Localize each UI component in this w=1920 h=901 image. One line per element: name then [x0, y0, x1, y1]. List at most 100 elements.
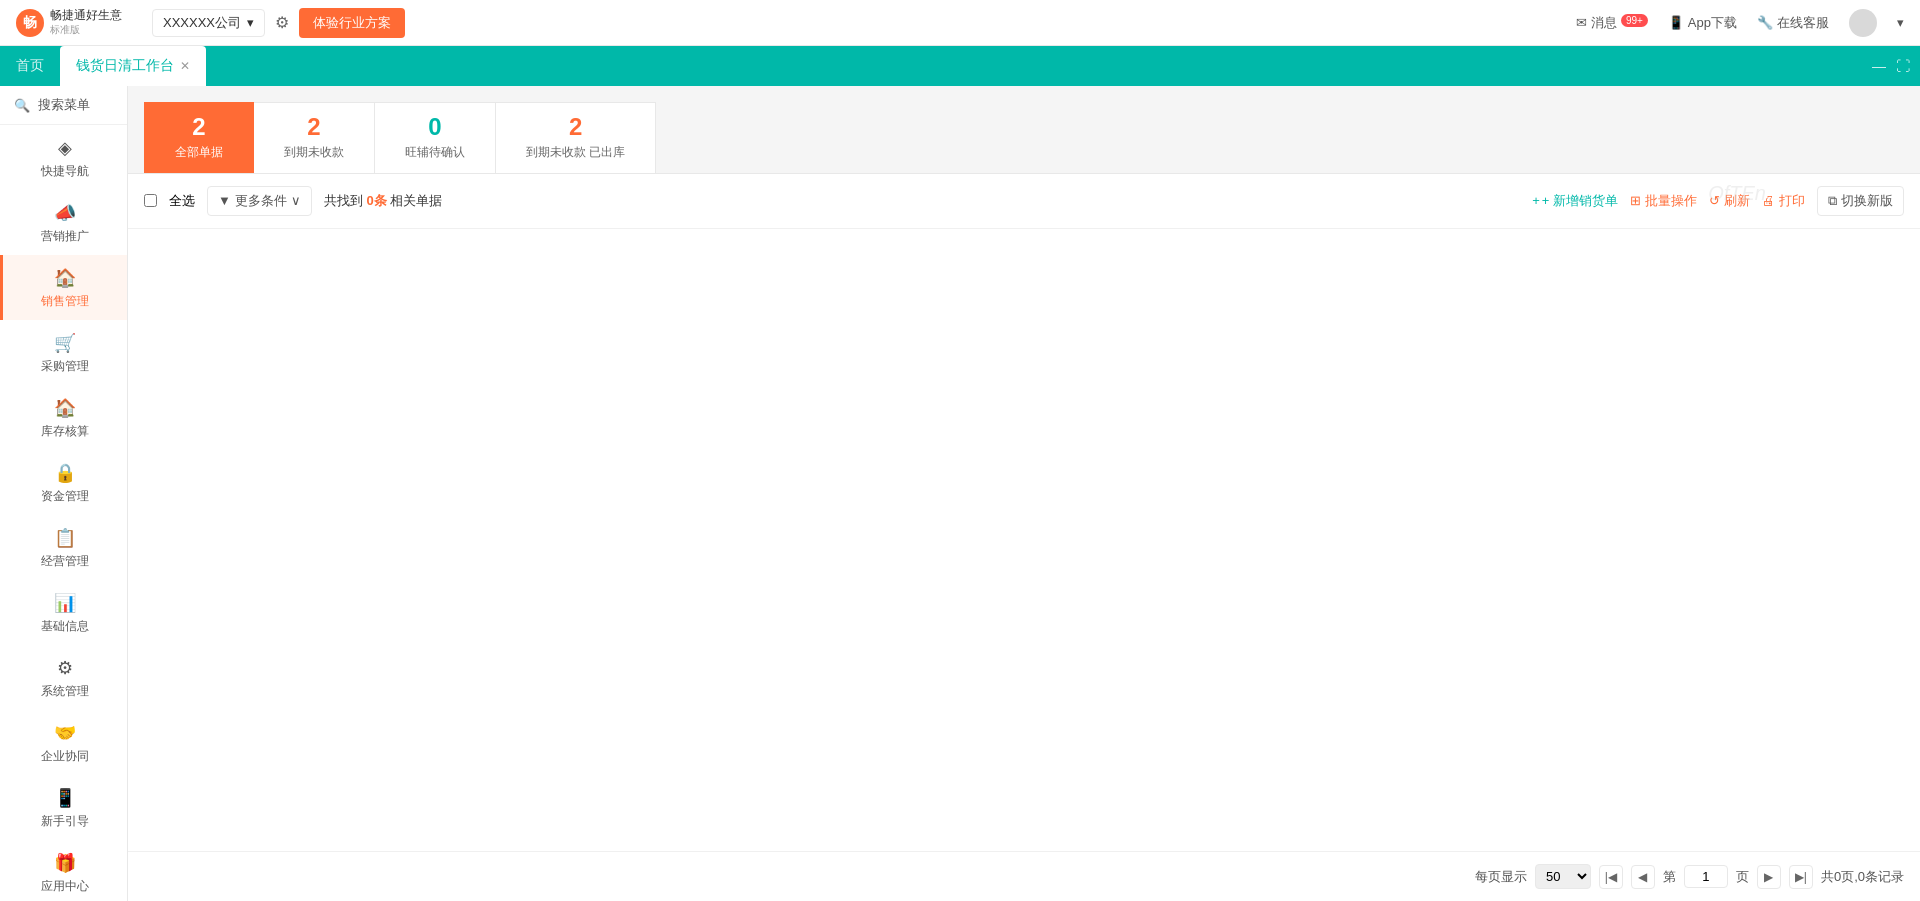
purchase-icon: 🛒: [54, 332, 76, 354]
sidebar-item-quick-nav-label: 快捷导航: [41, 163, 89, 180]
logo-text-block: 畅捷通好生意 标准版: [50, 8, 122, 38]
tab-home-label: 首页: [16, 57, 44, 75]
tab-cashwork-label: 钱货日清工作台: [76, 57, 174, 75]
filter-icon: ▼: [218, 193, 231, 208]
settings-button[interactable]: ⚙: [275, 13, 289, 32]
stats-tabs: 2 全部单据 2 到期未收款 0 旺辅待确认 2 到期未收款 已出库: [128, 86, 1920, 174]
switch-icon: ⧉: [1828, 193, 1837, 209]
avatar[interactable]: [1849, 9, 1877, 37]
batch-btn[interactable]: ⊞ 批量操作: [1630, 192, 1697, 210]
page-suffix: 页: [1736, 868, 1749, 886]
online-service-label: 在线客服: [1777, 14, 1829, 32]
add-sales-order-btn[interactable]: + + 新增销货单: [1532, 192, 1618, 210]
sidebar-item-operations[interactable]: 📋 经营管理: [0, 515, 127, 580]
inventory-icon: 🏠: [54, 397, 76, 419]
dropdown-icon: ▾: [247, 15, 254, 30]
quick-nav-icon: ◈: [58, 137, 72, 159]
app-title: 畅捷通好生意: [50, 8, 122, 24]
sidebar-item-purchase[interactable]: 🛒 采购管理: [0, 320, 127, 385]
sidebar-item-sales[interactable]: 🏠 销售管理: [0, 255, 127, 320]
add-icon: +: [1532, 193, 1540, 208]
select-all-checkbox[interactable]: [144, 194, 157, 207]
print-label: 打印: [1779, 192, 1805, 210]
found-count: 0条: [367, 193, 387, 208]
page-input[interactable]: [1684, 865, 1728, 888]
service-icon: 🔧: [1757, 15, 1773, 30]
sidebar-item-finance[interactable]: 🔒 资金管理: [0, 450, 127, 515]
stat-overdue-out-number: 2: [569, 113, 582, 142]
stat-pending-label: 旺辅待确认: [405, 144, 465, 161]
sidebar-item-app-center[interactable]: 🎁 应用中心: [0, 840, 127, 901]
experience-btn[interactable]: 体验行业方案: [299, 8, 405, 38]
sidebar-item-system-label: 系统管理: [41, 683, 89, 700]
stat-tab-all[interactable]: 2 全部单据: [144, 102, 254, 173]
header-right: ✉ 消息 99+ 📱 App下载 🔧 在线客服 ▾: [1576, 9, 1904, 37]
last-page-btn[interactable]: ▶|: [1789, 865, 1813, 889]
app-download-action[interactable]: 📱 App下载: [1668, 14, 1737, 32]
filter-button[interactable]: ▼ 更多条件 ∨: [207, 186, 312, 216]
pagination-bar: 每页显示 50 10 20 100 |◀ ◀ 第 页 ▶ ▶| 共0页,0条记录: [128, 851, 1920, 901]
sidebar-item-enterprise[interactable]: 🤝 企业协同: [0, 710, 127, 775]
company-selector[interactable]: XXXXXX公司 ▾: [152, 9, 265, 37]
guide-icon: 📱: [54, 787, 76, 809]
found-text: 共找到 0条 相关单据: [324, 192, 442, 210]
operations-icon: 📋: [54, 527, 76, 549]
message-icon: ✉: [1576, 15, 1587, 30]
batch-icon: ⊞: [1630, 193, 1641, 208]
sidebar-item-system[interactable]: ⚙ 系统管理: [0, 645, 127, 710]
sidebar-item-app-center-label: 应用中心: [41, 878, 89, 895]
switch-label: 切换新版: [1841, 192, 1893, 210]
filter-dropdown-icon: ∨: [291, 193, 301, 208]
prev-page-btn[interactable]: ◀: [1631, 865, 1655, 889]
sidebar-item-guide[interactable]: 📱 新手引导: [0, 775, 127, 840]
top-header: 畅 畅捷通好生意 标准版 XXXXXX公司 ▾ ⚙ 体验行业方案 ✉ 消息 99…: [0, 0, 1920, 46]
message-label: 消息: [1591, 14, 1617, 32]
stat-pending-number: 0: [428, 113, 441, 142]
sidebar-search[interactable]: 🔍 搜索菜单: [0, 86, 127, 125]
message-action[interactable]: ✉ 消息 99+: [1576, 14, 1648, 32]
phone-icon: 📱: [1668, 15, 1684, 30]
tab-minimize-icon[interactable]: —: [1872, 58, 1886, 74]
print-btn[interactable]: 🖨 打印: [1762, 192, 1805, 210]
add-label: + 新增销货单: [1542, 192, 1618, 210]
total-info: 共0页,0条记录: [1821, 868, 1904, 886]
tab-home[interactable]: 首页: [0, 46, 60, 86]
username-label: ▾: [1897, 15, 1904, 30]
table-area: [128, 229, 1920, 729]
sidebar-item-operations-label: 经营管理: [41, 553, 89, 570]
next-page-btn[interactable]: ▶: [1757, 865, 1781, 889]
app-center-icon: 🎁: [54, 852, 76, 874]
page-prefix: 第: [1663, 868, 1676, 886]
watermark-text: OfTEn: [1708, 182, 1766, 205]
sidebar: 🔍 搜索菜单 ◈ 快捷导航 📣 营销推广 🏠 销售管理 🛒 采购管理 🏠 库存核…: [0, 86, 128, 901]
sidebar-item-marketing[interactable]: 📣 营销推广: [0, 190, 127, 255]
tab-bar: 首页 钱货日清工作台 ✕ — ⛶: [0, 46, 1920, 86]
stat-tab-overdue[interactable]: 2 到期未收款: [254, 102, 375, 173]
switch-version-btn[interactable]: ⧉ 切换新版: [1817, 186, 1904, 216]
logo-icon: 畅: [16, 9, 44, 37]
sidebar-item-guide-label: 新手引导: [41, 813, 89, 830]
sidebar-item-finance-label: 资金管理: [41, 488, 89, 505]
found-suffix: 相关单据: [390, 193, 442, 208]
stat-overdue-number: 2: [307, 113, 320, 142]
sidebar-item-basic-info-label: 基础信息: [41, 618, 89, 635]
found-prefix: 共找到: [324, 193, 363, 208]
app-download-label: App下载: [1688, 14, 1737, 32]
main-content: 2 全部单据 2 到期未收款 0 旺辅待确认 2 到期未收款 已出库 全选: [128, 86, 1920, 901]
stat-tab-pending[interactable]: 0 旺辅待确认: [375, 102, 496, 173]
tab-cashwork[interactable]: 钱货日清工作台 ✕: [60, 46, 206, 86]
per-page-select[interactable]: 50 10 20 100: [1535, 864, 1591, 889]
tab-maximize-icon[interactable]: ⛶: [1896, 58, 1910, 74]
tab-bar-actions: — ⛶: [1872, 58, 1920, 74]
sidebar-item-quick-nav[interactable]: ◈ 快捷导航: [0, 125, 127, 190]
online-service-action[interactable]: 🔧 在线客服: [1757, 14, 1829, 32]
sidebar-item-inventory[interactable]: 🏠 库存核算: [0, 385, 127, 450]
app-subtitle: 标准版: [50, 23, 122, 37]
username-action[interactable]: ▾: [1897, 15, 1904, 30]
stat-tab-overdue-out[interactable]: 2 到期未收款 已出库: [496, 102, 656, 173]
first-page-btn[interactable]: |◀: [1599, 865, 1623, 889]
system-icon: ⚙: [57, 657, 73, 679]
tab-close-icon[interactable]: ✕: [180, 59, 190, 73]
sidebar-item-basic-info[interactable]: 📊 基础信息: [0, 580, 127, 645]
sidebar-item-marketing-label: 营销推广: [41, 228, 89, 245]
